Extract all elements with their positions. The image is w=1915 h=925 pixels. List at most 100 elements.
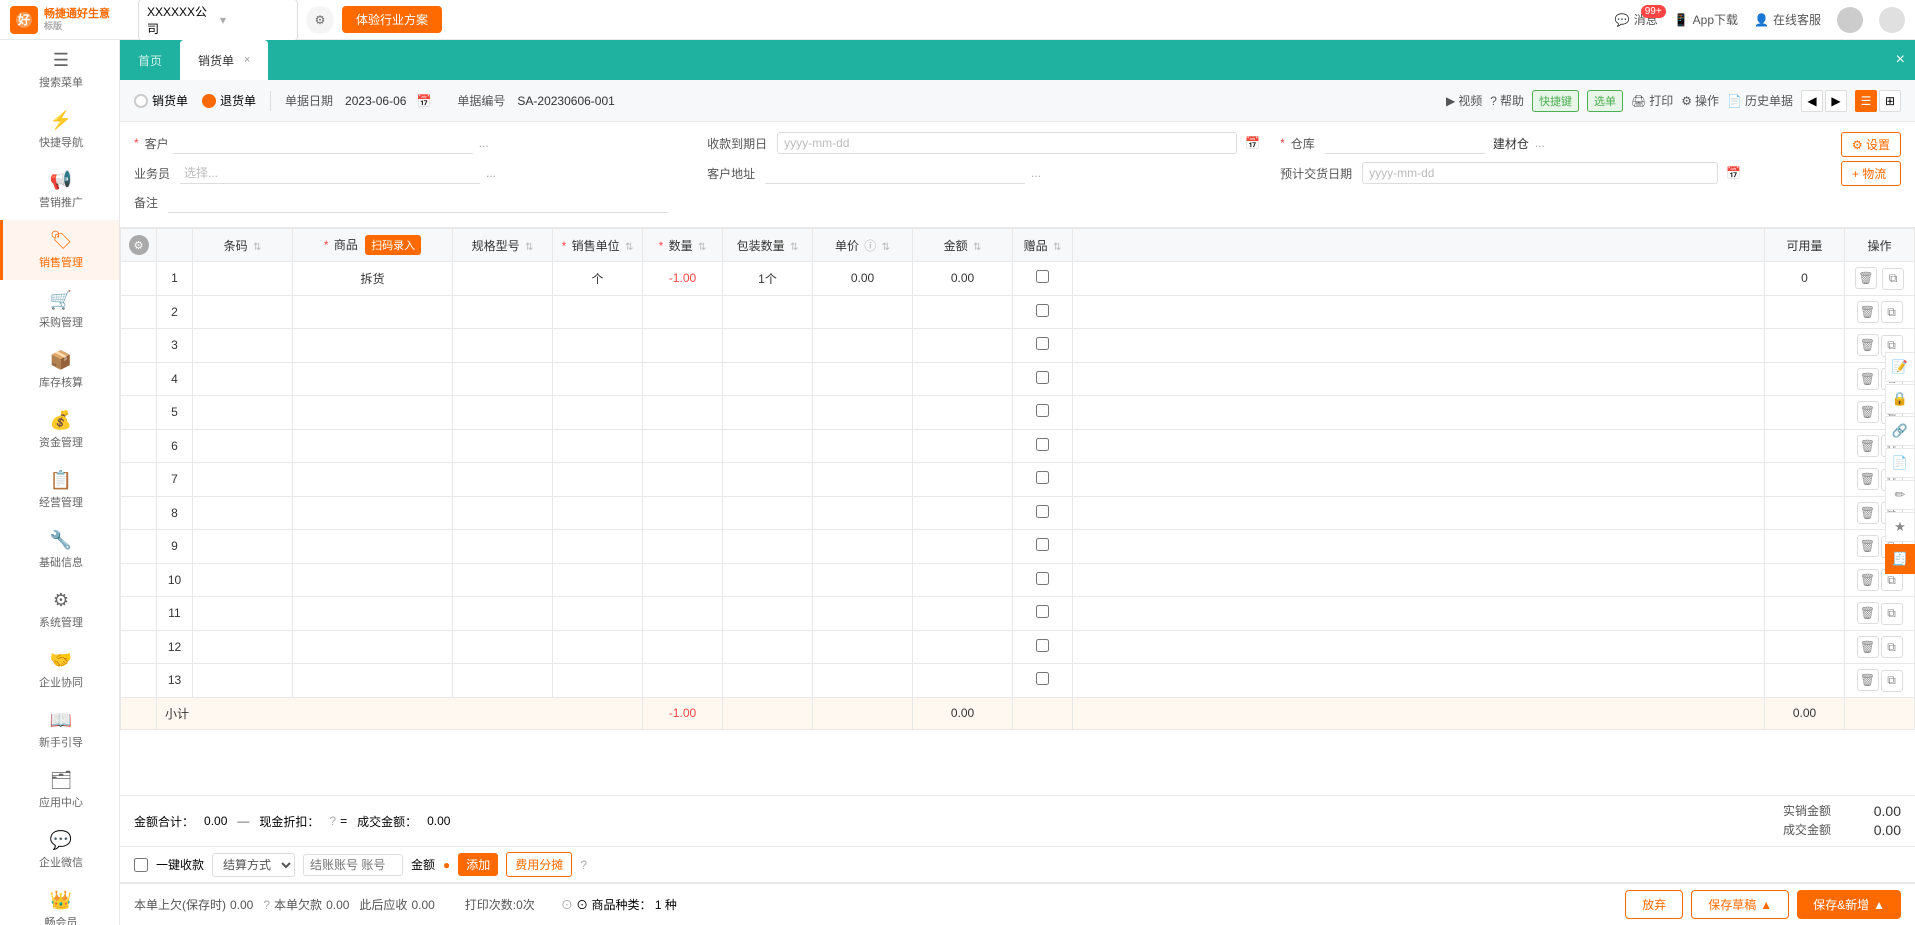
float-doc-btn[interactable]: 📄 [1885,448,1915,478]
row1-price[interactable]: 0.00 [813,262,913,296]
row1-gift[interactable] [1013,262,1073,296]
th-settings[interactable]: ⚙ [121,229,157,262]
logistics-side-btn[interactable]: + 物流 [1841,161,1901,186]
single-owe-info-icon[interactable]: ? [263,898,270,912]
customer-input[interactable] [173,133,473,154]
customer-addr-input[interactable] [765,163,1025,184]
customer-addr-dots[interactable]: ... [1031,166,1041,180]
avatar[interactable] [1837,7,1863,33]
float-link-btn[interactable]: 🔗 [1885,416,1915,446]
grid-view-btn[interactable]: ⊞ [1879,90,1901,112]
shortcut-btn[interactable]: 快捷键 [1532,90,1579,112]
single-owe-value: 0.00 [326,898,349,912]
row1-spec[interactable] [453,262,553,296]
message-btn[interactable]: 💬 消息 99+ [1615,11,1658,28]
save-new-btn[interactable]: 保存&新增 ▲ [1797,890,1901,919]
row1-delete-btn[interactable]: 🗑 [1855,267,1877,289]
settings-icon[interactable]: ⚙ [306,6,334,34]
salesperson-dots[interactable]: ... [486,166,496,180]
video-btn[interactable]: ▶ 视频 [1446,92,1482,109]
sidebar-item-collab[interactable]: 🤝 企业协同 [0,640,119,700]
row1-pack[interactable]: 1个 [723,262,813,296]
row1-unit[interactable]: 个 [553,262,643,296]
sidebar-item-quicknav[interactable]: ⚡ 快捷导航 [0,100,119,160]
row1-qty[interactable]: -1.00 [643,262,723,296]
salesperson-input[interactable] [180,163,480,184]
print-btn[interactable]: 🖨 打印 [1631,92,1673,109]
list-view-btn[interactable]: ☰ [1855,90,1877,112]
payment-help-icon[interactable]: ? [580,858,587,872]
row1-copy-btn[interactable]: ⧉ [1882,268,1904,290]
discount-info-icon[interactable]: ? [329,814,336,828]
operate-btn[interactable]: ⚙ 操作 [1681,92,1719,109]
warehouse-input[interactable] [1325,133,1485,154]
tab-home[interactable]: 首页 [120,40,180,80]
help-btn[interactable]: ? 帮助 [1490,92,1524,109]
sidebar-item-sales[interactable]: 🏷 销售管理 [0,220,119,280]
float-note-btn[interactable]: 📝 [1885,352,1915,382]
float-lock-btn[interactable]: 🔒 [1885,384,1915,414]
expected-date-input[interactable] [1362,162,1718,184]
app-download-btn[interactable]: 📱 App下载 [1674,11,1738,28]
settings-side-btn[interactable]: ⚙ 设置 [1841,132,1901,157]
select-btn[interactable]: 选单 [1587,90,1623,112]
sidebar-item-appcenter[interactable]: 🗂 应用中心 [0,760,119,820]
save-draft-btn[interactable]: 保存草稿 ▲ [1691,890,1789,919]
customer-dots[interactable]: ... [479,136,489,150]
float-receipt-btn[interactable]: 🧾 [1885,544,1915,574]
abandon-btn[interactable]: 放弃 [1625,890,1683,919]
row1-barcode[interactable] [193,262,293,296]
table-row: 9🗑⧉ [121,530,1915,564]
history-btn[interactable]: 📄 历史单据 [1727,92,1793,109]
sidebar-item-finance[interactable]: 💰 资金管理 [0,400,119,460]
sidebar-item-weixin[interactable]: 💬 企业微信 [0,820,119,880]
expected-calendar-icon[interactable]: 📅 [1726,166,1741,180]
calendar-icon[interactable]: 📅 [416,94,431,108]
sidebar-item-marketing[interactable]: 📢 营销推广 [0,160,119,220]
collection-date-input[interactable] [777,132,1237,154]
sidebar-item-operations[interactable]: 📋 经营管理 [0,460,119,520]
fee-split-btn[interactable]: 费用分摊 [506,852,572,877]
one-click-payment-cb[interactable] [134,858,148,872]
row1-amount[interactable]: 0.00 [913,262,1013,296]
float-star-btn[interactable]: ★ [1885,512,1915,542]
amount-summary: 金额合计： 0.00 — 现金折扣： ? = 成交金额： 0.00 实销金额 0… [120,796,1915,847]
nav-arrows: ◀ ▶ [1801,90,1847,112]
row1-desc[interactable] [1073,262,1765,296]
payment-method-select[interactable]: 结算方式 [212,853,295,877]
sidebar-item-inventory[interactable]: 📦 库存核算 [0,340,119,400]
sidebar-item-purchase[interactable]: 🛒 采购管理 [0,280,119,340]
account-input[interactable] [303,854,403,876]
radio-sale-label: 销货单 [152,92,188,109]
price-info-icon[interactable]: ⓘ [864,239,876,253]
order-type-radio: 销货单 退货单 [134,92,256,109]
radio-return-order[interactable]: 退货单 [202,92,256,109]
radio-sale-order[interactable]: 销货单 [134,92,188,109]
remarks-input[interactable] [168,192,668,213]
trial-button[interactable]: 体验行业方案 [342,6,442,33]
tab-close-icon[interactable]: × [244,54,250,66]
close-window-btn[interactable]: × [1896,51,1905,69]
row1-product[interactable]: 拆货 [293,262,453,296]
company-selector[interactable]: XXXXXX公司 ▾ [138,0,298,41]
online-service-btn[interactable]: 👤 在线客服 [1754,11,1821,28]
sidebar-item-guide[interactable]: 📖 新手引导 [0,700,119,760]
float-edit-btn[interactable]: ✏ [1885,480,1915,510]
scan-btn[interactable]: 扫码录入 [365,235,421,255]
add-payment-btn[interactable]: 添加 [458,853,498,876]
sidebar-item-member[interactable]: 👑 畅会员 [0,880,119,925]
main-panel: 首页 销货单 × × 销货单 退货单 [120,40,1915,925]
nav-tabs: 首页 销货单 × × [120,40,1915,80]
row1-gift-cb[interactable] [1036,270,1049,283]
table-settings-icon[interactable]: ⚙ [129,235,149,255]
table-row: 4🗑⧉ [121,362,1915,396]
collection-calendar-icon[interactable]: 📅 [1245,136,1260,150]
sidebar-item-system[interactable]: ⚙ 系统管理 [0,580,119,640]
next-arrow[interactable]: ▶ [1825,90,1847,112]
tab-sales-order[interactable]: 销货单 × [180,40,268,80]
avatar2[interactable] [1879,7,1905,33]
sidebar-item-basic[interactable]: 🔧 基础信息 [0,520,119,580]
sidebar-item-search[interactable]: ☰ 搜索菜单 [0,40,119,100]
prev-arrow[interactable]: ◀ [1801,90,1823,112]
warehouse-dots[interactable]: ... [1535,136,1545,150]
